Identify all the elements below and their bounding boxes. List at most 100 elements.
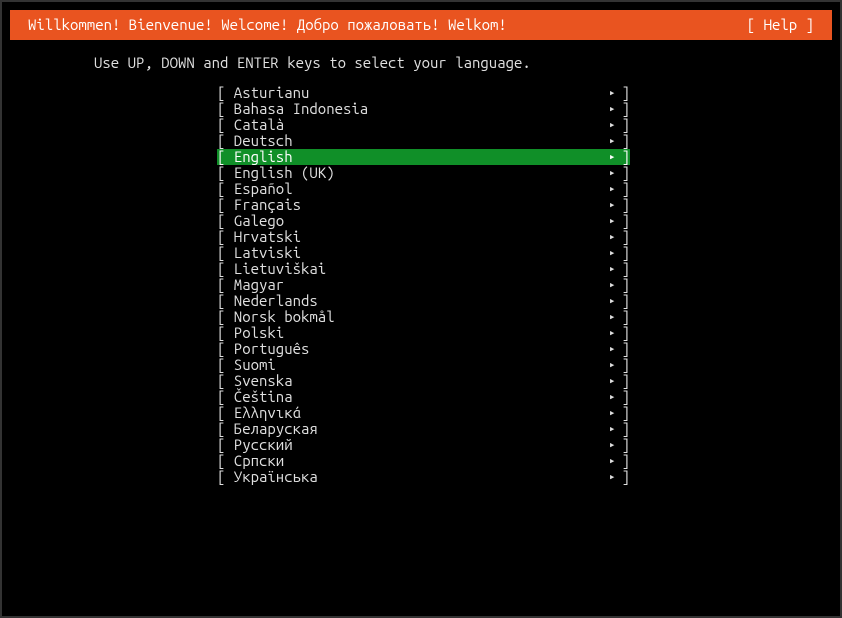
bracket-open: [ — [217, 325, 225, 341]
language-label: Српски — [225, 453, 284, 469]
language-option[interactable]: [Hrvatski▸] — [217, 229, 630, 245]
chevron-right-icon: ▸ — [609, 469, 622, 485]
language-label: Magyar — [225, 277, 284, 293]
language-label: Suomi — [225, 357, 275, 373]
chevron-right-icon: ▸ — [609, 181, 622, 197]
language-label: Latviski — [225, 245, 301, 261]
language-option[interactable]: [Français ▸] — [217, 197, 630, 213]
language-option[interactable]: [Català▸] — [217, 117, 630, 133]
chevron-right-icon: ▸ — [609, 165, 622, 181]
bracket-close: ] — [622, 437, 630, 453]
bracket-close: ] — [622, 293, 630, 309]
chevron-right-icon: ▸ — [609, 261, 622, 277]
language-option[interactable]: [Magyar ▸] — [217, 277, 630, 293]
language-option[interactable]: [Ελληνικά▸] — [217, 405, 630, 421]
language-option[interactable]: [Norsk bokmål▸] — [217, 309, 630, 325]
installer-window: Willkommen! Bienvenue! Welcome! Добро по… — [0, 0, 842, 618]
language-option[interactable]: [Svenska▸] — [217, 373, 630, 389]
language-list: [Asturianu▸][Bahasa Indonesia▸][Català▸]… — [2, 85, 840, 485]
language-option[interactable]: [English (UK)▸] — [217, 165, 630, 181]
bracket-close: ] — [622, 277, 630, 293]
language-label: Català — [225, 117, 284, 133]
bracket-close: ] — [622, 85, 630, 101]
bracket-open: [ — [217, 181, 225, 197]
bracket-open: [ — [217, 357, 225, 373]
chevron-right-icon: ▸ — [609, 245, 622, 261]
bracket-open: [ — [217, 437, 225, 453]
bracket-open: [ — [217, 101, 225, 117]
language-option[interactable]: [Galego▸] — [217, 213, 630, 229]
chevron-right-icon: ▸ — [609, 405, 622, 421]
language-option[interactable]: [Latviski ▸] — [217, 245, 630, 261]
language-option[interactable]: [Українська▸] — [217, 469, 630, 485]
bracket-close: ] — [622, 405, 630, 421]
chevron-right-icon: ▸ — [609, 309, 622, 325]
language-label: Hrvatski — [225, 229, 301, 245]
chevron-right-icon: ▸ — [609, 133, 622, 149]
chevron-right-icon: ▸ — [609, 229, 622, 245]
language-label: Français — [225, 197, 301, 213]
language-label: Asturianu — [225, 85, 309, 101]
language-label: Bahasa Indonesia — [225, 101, 368, 117]
language-option[interactable]: [Deutsch▸] — [217, 133, 630, 149]
chevron-right-icon: ▸ — [609, 357, 622, 373]
chevron-right-icon: ▸ — [609, 149, 622, 165]
language-option[interactable]: [Português▸] — [217, 341, 630, 357]
bracket-open: [ — [217, 309, 225, 325]
bracket-open: [ — [217, 341, 225, 357]
language-option[interactable]: [Čeština▸] — [217, 389, 630, 405]
language-option[interactable]: [Asturianu▸] — [217, 85, 630, 101]
bracket-open: [ — [217, 213, 225, 229]
bracket-close: ] — [622, 261, 630, 277]
chevron-right-icon: ▸ — [609, 277, 622, 293]
chevron-right-icon: ▸ — [609, 421, 622, 437]
bracket-close: ] — [622, 245, 630, 261]
bracket-close: ] — [622, 373, 630, 389]
bracket-open: [ — [217, 293, 225, 309]
language-option[interactable]: [Lietuviškai ▸] — [217, 261, 630, 277]
bracket-open: [ — [217, 149, 225, 165]
bracket-open: [ — [217, 389, 225, 405]
language-label: Español — [225, 181, 292, 197]
language-label: Русский — [225, 437, 292, 453]
bracket-close: ] — [622, 149, 630, 165]
language-option[interactable]: [Nederlands▸] — [217, 293, 630, 309]
bracket-open: [ — [217, 133, 225, 149]
bracket-open: [ — [217, 245, 225, 261]
bracket-close: ] — [622, 389, 630, 405]
language-label: English (UK) — [225, 165, 334, 181]
language-label: English — [225, 149, 292, 165]
language-label: Nederlands — [225, 293, 317, 309]
bracket-close: ] — [622, 213, 630, 229]
bracket-open: [ — [217, 453, 225, 469]
bracket-close: ] — [622, 325, 630, 341]
chevron-right-icon: ▸ — [609, 197, 622, 213]
language-option[interactable]: [English ▸] — [217, 149, 630, 165]
bracket-close: ] — [622, 309, 630, 325]
language-option[interactable]: [Српски▸] — [217, 453, 630, 469]
header-bar: Willkommen! Bienvenue! Welcome! Добро по… — [10, 10, 832, 40]
bracket-close: ] — [622, 101, 630, 117]
bracket-open: [ — [217, 261, 225, 277]
language-option[interactable]: [Беларуская▸] — [217, 421, 630, 437]
language-label: Lietuviškai — [225, 261, 326, 277]
help-button[interactable]: [ Help ] — [747, 16, 814, 34]
bracket-open: [ — [217, 197, 225, 213]
language-label: Galego — [225, 213, 284, 229]
chevron-right-icon: ▸ — [609, 453, 622, 469]
bracket-open: [ — [217, 373, 225, 389]
bracket-close: ] — [622, 197, 630, 213]
header-title: Willkommen! Bienvenue! Welcome! Добро по… — [28, 16, 507, 34]
language-option[interactable]: [Polski▸] — [217, 325, 630, 341]
language-option[interactable]: [Русский▸] — [217, 437, 630, 453]
language-option[interactable]: [Suomi▸] — [217, 357, 630, 373]
instruction-text: Use UP, DOWN and ENTER keys to select yo… — [2, 40, 840, 85]
bracket-close: ] — [622, 229, 630, 245]
bracket-close: ] — [622, 117, 630, 133]
language-label: Polski — [225, 325, 284, 341]
chevron-right-icon: ▸ — [609, 341, 622, 357]
language-label: Português — [225, 341, 309, 357]
language-option[interactable]: [Bahasa Indonesia▸] — [217, 101, 630, 117]
bracket-open: [ — [217, 277, 225, 293]
language-option[interactable]: [Español▸] — [217, 181, 630, 197]
